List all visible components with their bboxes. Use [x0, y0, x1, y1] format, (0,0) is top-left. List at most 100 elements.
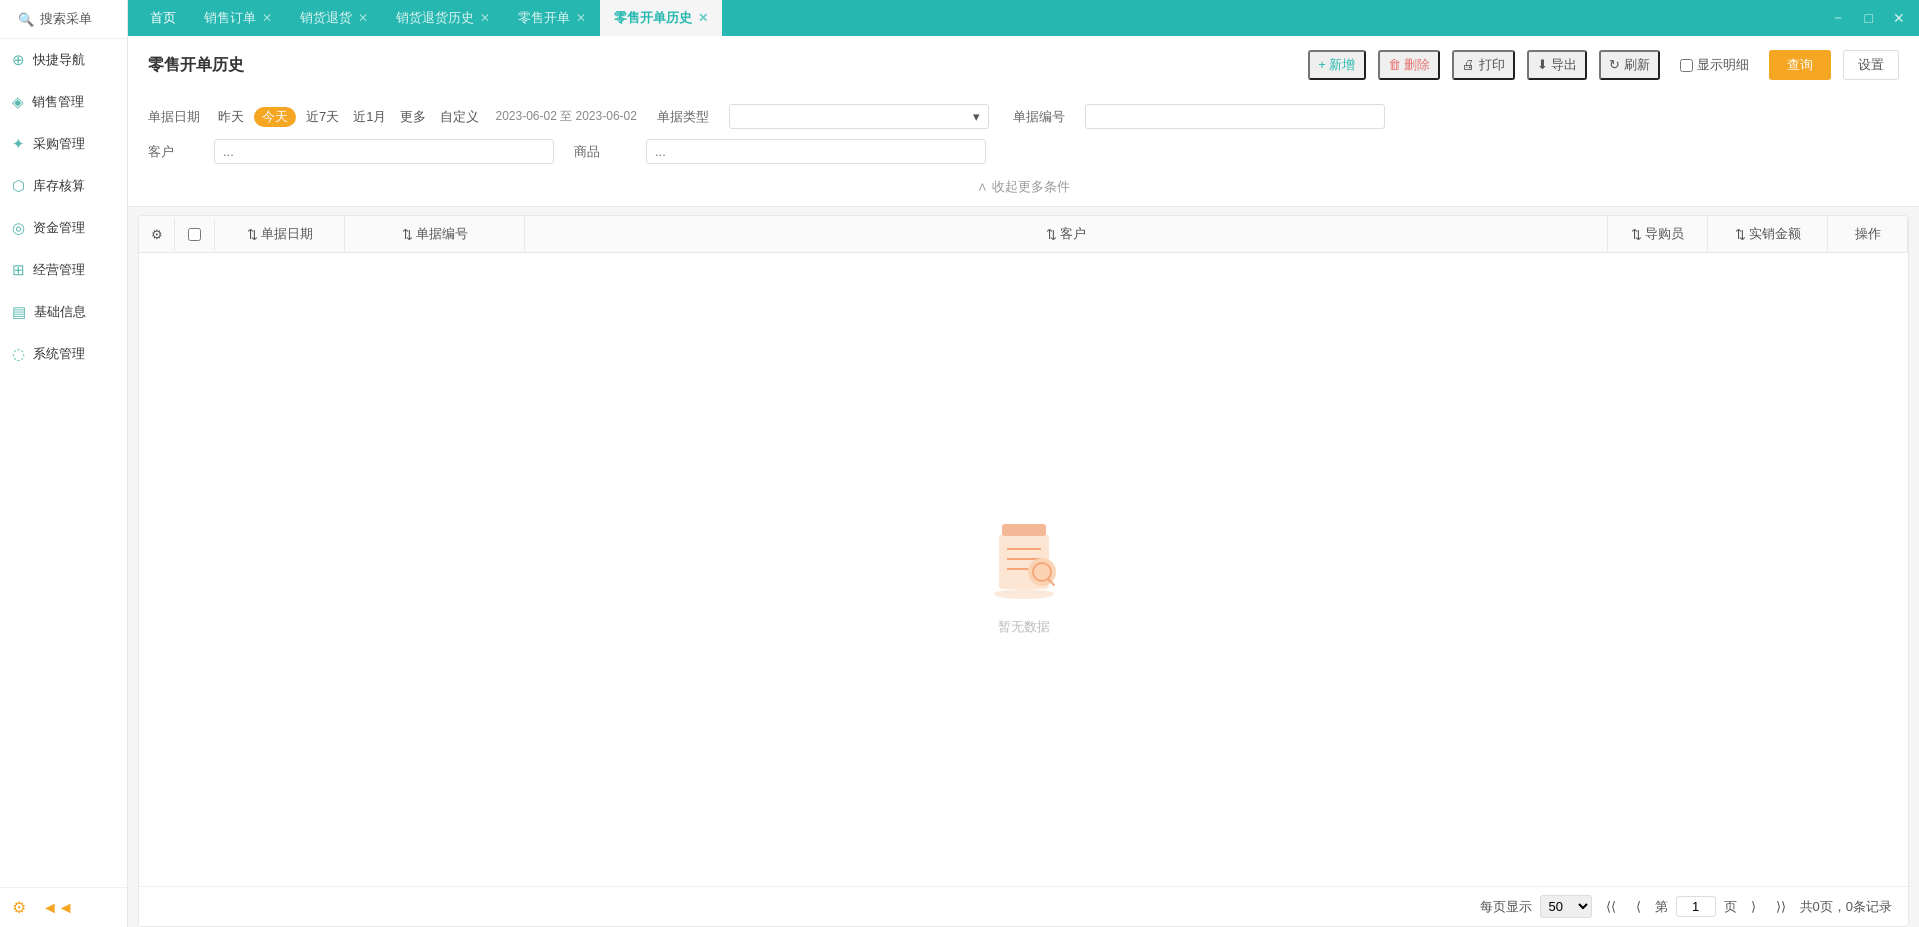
- collapse-sidebar-icon[interactable]: ◄◄: [42, 899, 74, 917]
- first-page-button[interactable]: ⟨⟨: [1600, 897, 1622, 916]
- display-detail-checkbox[interactable]: [1680, 59, 1693, 72]
- sidebar-item-quick-nav[interactable]: ⊕ 快捷导航: [0, 39, 127, 81]
- minimize-button[interactable]: －: [1825, 7, 1851, 29]
- sidebar-item-label: 采购管理: [33, 135, 85, 153]
- basic-info-icon: ▤: [12, 303, 26, 321]
- sidebar-item-finance[interactable]: ◎ 资金管理: [0, 207, 127, 249]
- last-page-button[interactable]: ⟩⟩: [1770, 897, 1792, 916]
- table-header: ⚙ ⇅ 单据日期 ⇅ 单据编号 ⇅ 客户 ⇅: [139, 216, 1908, 253]
- empty-text: 暂无数据: [998, 618, 1050, 636]
- tab-sales-return-close[interactable]: ✕: [358, 11, 368, 25]
- delete-button[interactable]: 🗑 删除: [1378, 50, 1441, 80]
- th-client-sort: ⇅: [1046, 227, 1057, 242]
- sidebar-search[interactable]: 🔍 搜索采单: [0, 0, 127, 39]
- th-no[interactable]: ⇅ 单据编号: [345, 216, 525, 252]
- tab-bar-right: － □ ✕: [1825, 7, 1911, 29]
- next-page-button[interactable]: ⟩: [1745, 897, 1762, 916]
- prev-page-button[interactable]: ⟨: [1630, 897, 1647, 916]
- th-date[interactable]: ⇅ 单据日期: [215, 216, 345, 252]
- filter-item-billtype: 单据类型 ▾: [657, 104, 989, 129]
- filter-area: 单据日期 昨天 今天 近7天 近1月 更多 自定义 2023-06-02 至 2…: [148, 94, 1899, 206]
- sidebar-bottom: ⚙ ◄◄: [0, 887, 127, 927]
- tab-sales-return[interactable]: 销货退货 ✕: [286, 0, 382, 36]
- per-page-select[interactable]: 20 50 100: [1540, 895, 1592, 918]
- th-op-text: 操作: [1855, 225, 1881, 243]
- date-range-text: 2023-06-02 至 2023-06-02: [495, 108, 636, 125]
- bill-type-select[interactable]: ▾: [729, 104, 989, 129]
- select-all-checkbox[interactable]: [188, 228, 201, 241]
- sidebar-item-operation[interactable]: ⊞ 经营管理: [0, 249, 127, 291]
- sidebar-item-inventory[interactable]: ⬡ 库存核算: [0, 165, 127, 207]
- content-area: 零售开单历史 + 新增 🗑 删除 🖨 打印 ⬇ 导出 ↻ 刷新 显示明细 查询 …: [128, 36, 1919, 927]
- th-guide[interactable]: ⇅ 导购员: [1608, 216, 1708, 252]
- date-more[interactable]: 更多: [396, 106, 430, 128]
- date-yesterday[interactable]: 昨天: [214, 106, 248, 128]
- operation-icon: ⊞: [12, 261, 25, 279]
- client-input[interactable]: [214, 139, 554, 164]
- bill-type-chevron: ▾: [973, 109, 980, 124]
- query-button[interactable]: 查询: [1769, 50, 1831, 80]
- close-button[interactable]: ✕: [1887, 8, 1911, 28]
- print-button[interactable]: 🖨 打印: [1452, 50, 1515, 80]
- bill-no-label: 单据编号: [1013, 108, 1073, 126]
- tab-bar: 首页 销售订单 ✕ 销货退货 ✕ 销货退货历史 ✕ 零售开单 ✕ 零售开单历史 …: [128, 0, 1919, 36]
- quick-nav-icon: ⊕: [12, 51, 25, 69]
- collapse-bar[interactable]: ∧ 收起更多条件: [148, 174, 1899, 206]
- tab-retail-open[interactable]: 零售开单 ✕: [504, 0, 600, 36]
- sidebar-item-sales-mgmt[interactable]: ◈ 销售管理: [0, 81, 127, 123]
- date-last7[interactable]: 近7天: [302, 106, 343, 128]
- main-area: 首页 销售订单 ✕ 销货退货 ✕ 销货退货历史 ✕ 零售开单 ✕ 零售开单历史 …: [128, 0, 1919, 927]
- tab-retail-open-history-label: 零售开单历史: [614, 9, 692, 27]
- export-button[interactable]: ⬇ 导出: [1527, 50, 1588, 80]
- tab-sales-order-close[interactable]: ✕: [262, 11, 272, 25]
- date-custom[interactable]: 自定义: [436, 106, 483, 128]
- filter-section-billtype: 单据类型 ▾ 单据编号: [657, 104, 1385, 129]
- sidebar: 🔍 搜索采单 ⊕ 快捷导航 ◈ 销售管理 ✦ 采购管理 ⬡ 库存核算 ◎ 资金管…: [0, 0, 128, 927]
- th-no-text: 单据编号: [416, 225, 468, 243]
- th-check[interactable]: [175, 219, 215, 250]
- table-settings-icon: ⚙: [151, 227, 163, 242]
- filter-row-2: 客户 商品: [148, 139, 1899, 164]
- th-client-text: 客户: [1060, 225, 1086, 243]
- tab-sales-return-history-label: 销货退货历史: [396, 9, 474, 27]
- bill-no-input[interactable]: [1085, 104, 1385, 129]
- sidebar-item-system[interactable]: ◌ 系统管理: [0, 333, 127, 375]
- th-amount-sort: ⇅: [1735, 227, 1746, 242]
- page-number-input[interactable]: 1: [1676, 896, 1716, 917]
- tab-retail-open-close[interactable]: ✕: [576, 11, 586, 25]
- tab-retail-open-history[interactable]: 零售开单历史 ✕: [600, 0, 722, 36]
- date-label: 单据日期: [148, 108, 208, 126]
- toolbar: + 新增 🗑 删除 🖨 打印 ⬇ 导出 ↻ 刷新 显示明细 查询 设置: [1308, 50, 1899, 80]
- tab-home-label: 首页: [150, 9, 176, 27]
- client-label: 客户: [148, 143, 208, 161]
- inventory-icon: ⬡: [12, 177, 25, 195]
- page-header: 零售开单历史 + 新增 🗑 删除 🖨 打印 ⬇ 导出 ↻ 刷新 显示明细 查询 …: [128, 36, 1919, 207]
- display-detail-toggle[interactable]: 显示明细: [1672, 52, 1757, 78]
- refresh-button[interactable]: ↻ 刷新: [1599, 50, 1660, 80]
- display-detail-label: 显示明细: [1697, 56, 1749, 74]
- per-page-label: 每页显示: [1480, 898, 1532, 916]
- th-settings[interactable]: ⚙: [139, 218, 175, 251]
- th-guide-sort: ⇅: [1631, 227, 1642, 242]
- settings-icon[interactable]: ⚙: [12, 898, 26, 917]
- th-amount[interactable]: ⇅ 实销金额: [1708, 216, 1828, 252]
- sidebar-item-purchase-mgmt[interactable]: ✦ 采购管理: [0, 123, 127, 165]
- th-client[interactable]: ⇅ 客户: [525, 216, 1608, 252]
- goods-input[interactable]: [646, 139, 986, 164]
- add-button[interactable]: + 新增: [1308, 50, 1365, 80]
- date-last-month[interactable]: 近1月: [349, 106, 390, 128]
- tab-sales-return-history[interactable]: 销货退货历史 ✕: [382, 0, 504, 36]
- page-title-row: 零售开单历史 + 新增 🗑 删除 🖨 打印 ⬇ 导出 ↻ 刷新 显示明细 查询 …: [148, 50, 1899, 80]
- tab-retail-open-history-close[interactable]: ✕: [698, 11, 708, 25]
- table-wrapper: ⚙ ⇅ 单据日期 ⇅ 单据编号 ⇅ 客户 ⇅: [138, 215, 1909, 927]
- tab-sales-return-history-close[interactable]: ✕: [480, 11, 490, 25]
- tab-sales-order[interactable]: 销售订单 ✕: [190, 0, 286, 36]
- date-today[interactable]: 今天: [254, 107, 296, 127]
- tab-home[interactable]: 首页: [136, 0, 190, 36]
- settings-button[interactable]: 设置: [1843, 50, 1899, 80]
- sales-mgmt-icon: ◈: [12, 93, 24, 111]
- sidebar-item-basic-info[interactable]: ▤ 基础信息: [0, 291, 127, 333]
- filter-item-goods: 商品: [574, 139, 986, 164]
- maximize-button[interactable]: □: [1859, 8, 1879, 28]
- filter-item-billno: 单据编号: [1013, 104, 1385, 129]
